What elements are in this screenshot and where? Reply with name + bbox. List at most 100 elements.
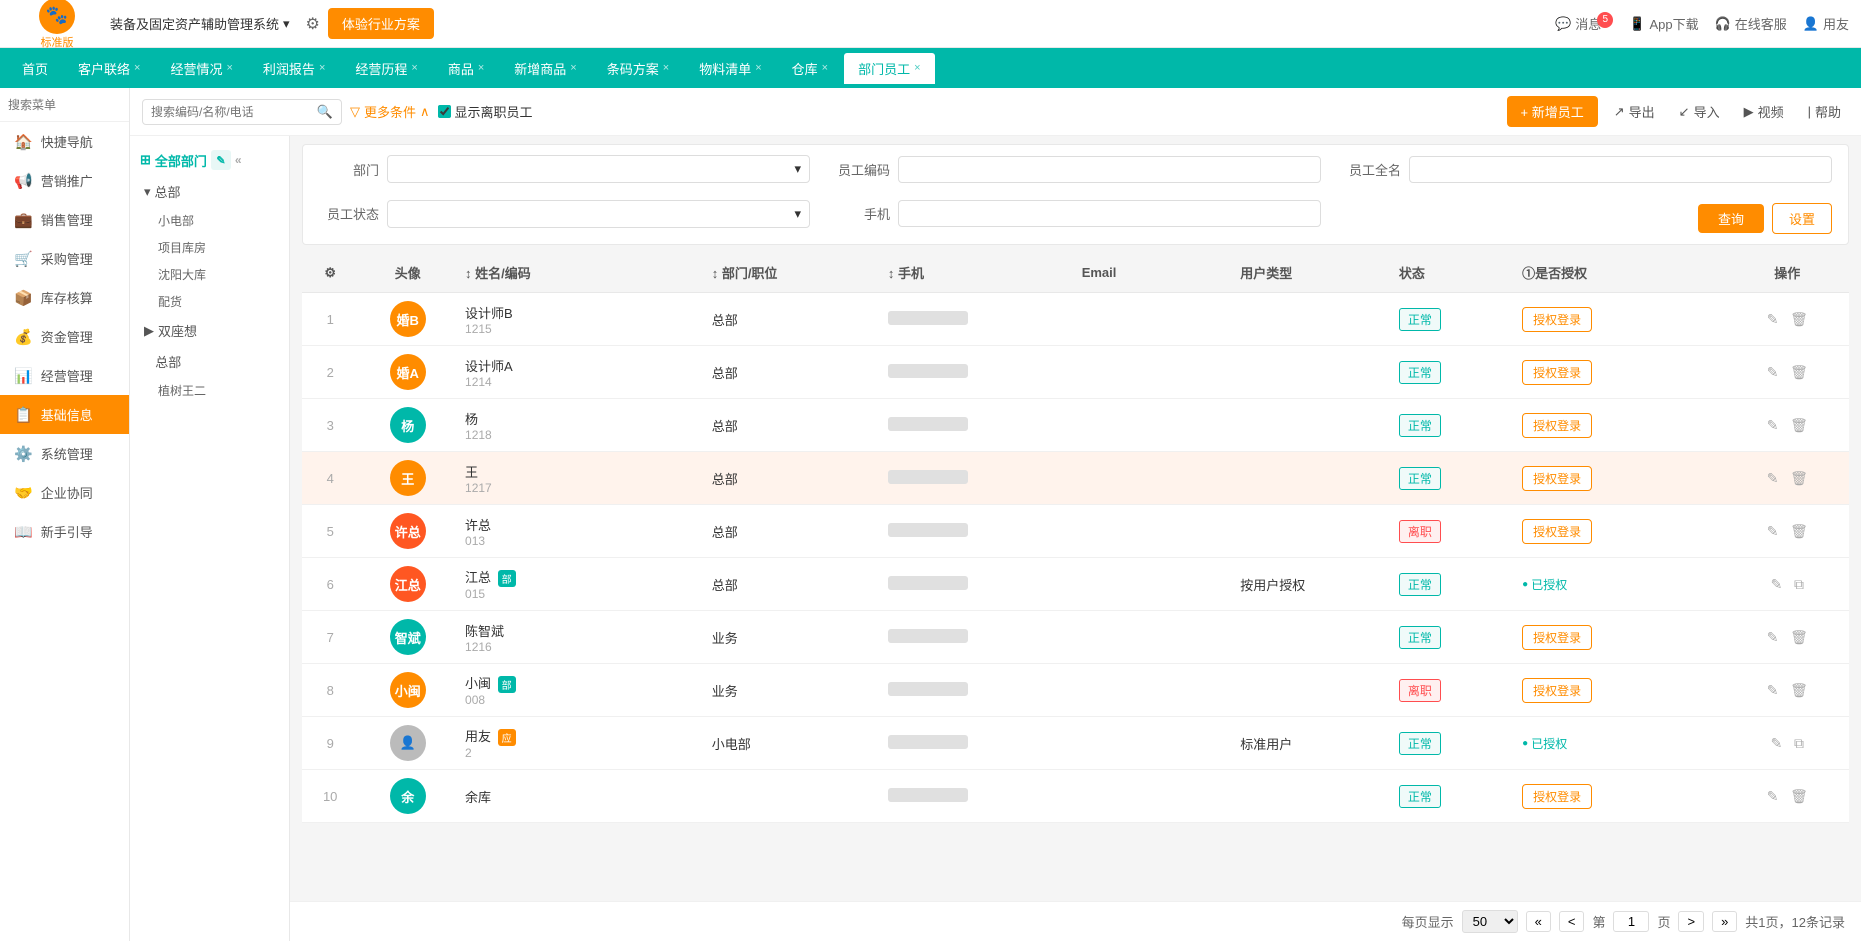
copy-button[interactable]: ⧉ xyxy=(1790,574,1808,595)
tab-add-goods[interactable]: 新增商品 × xyxy=(500,53,590,84)
delete-button[interactable]: 🗑 xyxy=(1786,362,1812,383)
sidebar-item-marketing[interactable]: 📢 营销推广 xyxy=(0,161,129,200)
edit-button[interactable]: ✎ xyxy=(1763,362,1783,383)
prev-page-button[interactable]: < xyxy=(1559,911,1585,932)
delete-button[interactable]: 🗑 xyxy=(1786,521,1812,542)
export-button[interactable]: ↗ 导出 xyxy=(1606,98,1663,125)
tab-customer[interactable]: 客户联络 × xyxy=(64,53,154,84)
delete-button[interactable]: 🗑 xyxy=(1786,786,1812,807)
user-avatar[interactable]: 👤 用友 xyxy=(1803,14,1849,33)
auth-login-button[interactable]: 授权登录 xyxy=(1522,784,1592,809)
close-icon[interactable]: × xyxy=(914,62,920,74)
query-button[interactable]: 查询 xyxy=(1698,204,1764,233)
edit-button[interactable]: ✎ xyxy=(1763,786,1783,807)
close-icon[interactable]: × xyxy=(134,62,140,74)
tab-operation[interactable]: 经营情况 × xyxy=(156,53,246,84)
search-box[interactable]: 🔍 xyxy=(142,99,342,125)
trial-button[interactable]: 体验行业方案 xyxy=(328,8,434,39)
col-settings[interactable]: ⚙ xyxy=(302,253,358,293)
col-name[interactable]: ↕ 姓名/编码 xyxy=(457,253,704,293)
auth-login-button[interactable]: 授权登录 xyxy=(1522,360,1592,385)
sidebar-item-guide[interactable]: 📖 新手引导 xyxy=(0,512,129,551)
employee-code-input[interactable] xyxy=(898,156,1321,183)
tab-history[interactable]: 经营历程 × xyxy=(341,53,431,84)
dept-sub-item-distribution[interactable]: 配货 xyxy=(130,288,289,315)
copy-button[interactable]: ⧉ xyxy=(1790,733,1808,754)
close-icon[interactable]: × xyxy=(319,62,325,74)
page-number-input[interactable] xyxy=(1613,911,1649,932)
tab-goods[interactable]: 商品 × xyxy=(434,53,498,84)
message-btn[interactable]: 💬 消息 5 xyxy=(1555,14,1613,33)
last-page-button[interactable]: » xyxy=(1712,911,1737,932)
dept-collapse-icon[interactable]: « xyxy=(235,153,242,167)
sidebar-item-system[interactable]: ⚙️ 系统管理 xyxy=(0,434,129,473)
sidebar-item-quicknav[interactable]: 🏠 快捷导航 xyxy=(0,122,129,161)
edit-button[interactable]: ✎ xyxy=(1763,627,1783,648)
auth-login-button[interactable]: 授权登录 xyxy=(1522,678,1592,703)
dept-item-shuangzuo[interactable]: ▶ 双座想 xyxy=(130,315,289,346)
close-icon[interactable]: × xyxy=(226,62,232,74)
online-service-btn[interactable]: 🎧 在线客服 xyxy=(1715,14,1787,33)
import-button[interactable]: ↙ 导入 xyxy=(1671,98,1728,125)
system-title-dropdown[interactable]: 装备及固定资产辅助管理系统 ▾ xyxy=(110,14,290,33)
col-dept[interactable]: ↕ 部门/职位 xyxy=(704,253,880,293)
close-icon[interactable]: × xyxy=(755,62,761,74)
dept-sub-item-shenyang[interactable]: 沈阳大库 xyxy=(130,261,289,288)
auth-login-button[interactable]: 授权登录 xyxy=(1522,625,1592,650)
sidebar-item-purchase[interactable]: 🛒 采购管理 xyxy=(0,239,129,278)
settings-button[interactable]: 设置 xyxy=(1772,203,1832,234)
add-employee-button[interactable]: + 新增员工 xyxy=(1507,96,1598,127)
auth-login-button[interactable]: 授权登录 xyxy=(1522,466,1592,491)
delete-button[interactable]: 🗑 xyxy=(1786,415,1812,436)
phone-input[interactable] xyxy=(898,200,1321,227)
close-icon[interactable]: × xyxy=(822,62,828,74)
dept-item-headquarters[interactable]: 总部 xyxy=(130,346,289,377)
sidebar-item-operation[interactable]: 📊 经营管理 xyxy=(0,356,129,395)
edit-button[interactable]: ✎ xyxy=(1763,415,1783,436)
close-icon[interactable]: × xyxy=(570,62,576,74)
dept-sub-item-electrical[interactable]: 小电部 xyxy=(130,207,289,234)
col-phone[interactable]: ↕ 手机 xyxy=(880,253,1074,293)
dept-sub-item-projectroom[interactable]: 项目库房 xyxy=(130,234,289,261)
help-button[interactable]: | 帮助 xyxy=(1800,98,1849,125)
tab-home[interactable]: 首页 xyxy=(8,53,62,84)
sidebar-item-basic[interactable]: 📋 基础信息 xyxy=(0,395,129,434)
auth-login-button[interactable]: 授权登录 xyxy=(1522,519,1592,544)
dept-sub-item-planting[interactable]: 植树王二 xyxy=(130,377,289,404)
delete-button[interactable]: 🗑 xyxy=(1786,309,1812,330)
show-resign-checkbox[interactable]: 显示离职员工 xyxy=(438,102,533,121)
gear-icon[interactable]: ⚙ xyxy=(306,14,320,34)
auth-login-button[interactable]: 授权登录 xyxy=(1522,307,1592,332)
edit-button[interactable]: ✎ xyxy=(1763,309,1783,330)
sidebar-item-sales[interactable]: 💼 销售管理 xyxy=(0,200,129,239)
close-icon[interactable]: × xyxy=(411,62,417,74)
dept-select[interactable]: ▾ xyxy=(387,155,810,183)
tab-employee[interactable]: 部门员工 × xyxy=(844,53,934,84)
sidebar-search-box[interactable]: 🔍 xyxy=(0,88,129,122)
tab-warehouse[interactable]: 仓库 × xyxy=(778,53,842,84)
delete-button[interactable]: 🗑 xyxy=(1786,468,1812,489)
sidebar-item-collab[interactable]: 🤝 企业协同 xyxy=(0,473,129,512)
view-button[interactable]: ▶ 视频 xyxy=(1736,98,1792,125)
delete-button[interactable]: 🗑 xyxy=(1786,680,1812,701)
edit-button[interactable]: ✎ xyxy=(1763,680,1783,701)
edit-button[interactable]: ✎ xyxy=(1767,574,1787,595)
edit-button[interactable]: ✎ xyxy=(1763,468,1783,489)
close-icon[interactable]: × xyxy=(663,62,669,74)
more-filter-btn[interactable]: ▽ 更多条件 ∧ xyxy=(350,102,430,121)
dept-edit-icon[interactable]: ✎ xyxy=(211,150,231,170)
edit-button[interactable]: ✎ xyxy=(1767,733,1787,754)
employee-name-input[interactable] xyxy=(1409,156,1832,183)
page-size-select[interactable]: 50 20 100 xyxy=(1462,910,1518,933)
auth-login-button[interactable]: 授权登录 xyxy=(1522,413,1592,438)
sidebar-search-input[interactable] xyxy=(8,98,130,112)
app-download-btn[interactable]: 📱 App下载 xyxy=(1629,14,1698,33)
edit-button[interactable]: ✎ xyxy=(1763,521,1783,542)
sidebar-item-finance[interactable]: 💰 资金管理 xyxy=(0,317,129,356)
status-select[interactable]: ▾ xyxy=(387,200,810,228)
tab-bom[interactable]: 物料清单 × xyxy=(685,53,775,84)
first-page-button[interactable]: « xyxy=(1526,911,1551,932)
dept-item-general[interactable]: ▾ 总部 xyxy=(130,176,289,207)
delete-button[interactable]: 🗑 xyxy=(1786,627,1812,648)
next-page-button[interactable]: > xyxy=(1678,911,1704,932)
